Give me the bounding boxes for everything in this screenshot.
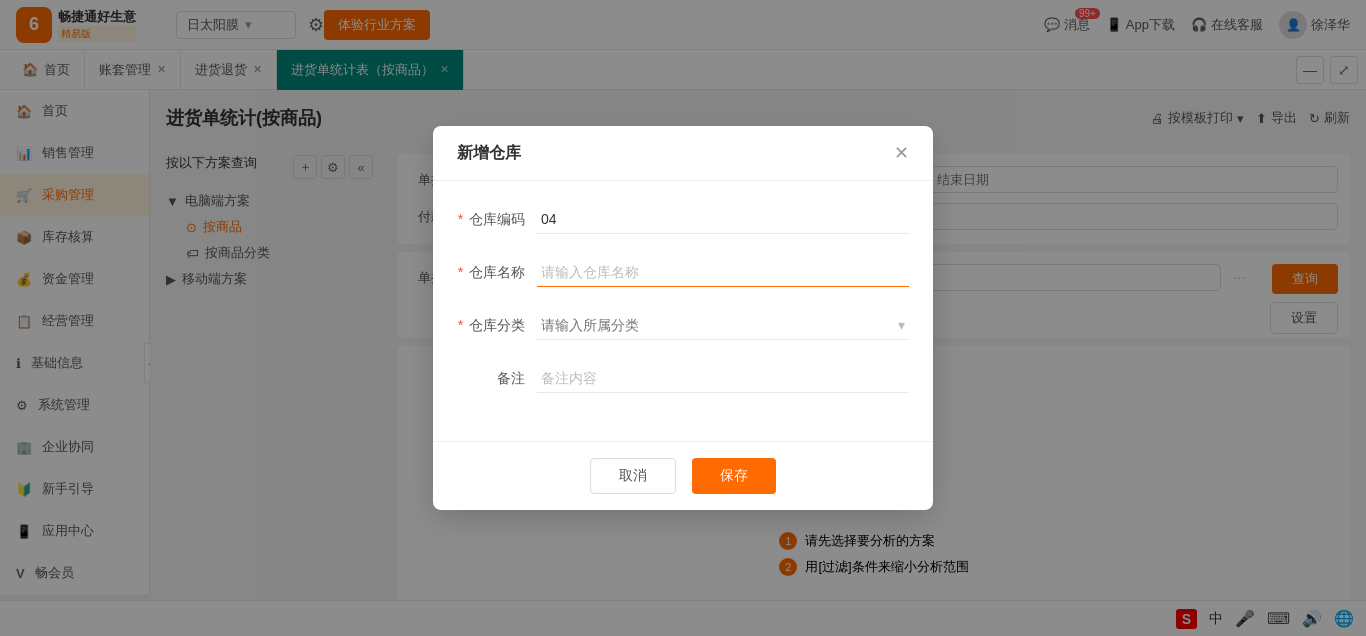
warehouse-name-input[interactable] [537, 258, 909, 287]
remark-label: 备注 [457, 370, 537, 388]
dialog-overlay: 新增仓库 ✕ * 仓库编码 * 仓库名称 [0, 0, 1366, 636]
warehouse-category-select[interactable]: ▾ [537, 311, 909, 340]
dialog-body: * 仓库编码 * 仓库名称 * 仓库分类 [433, 181, 933, 441]
form-row-warehouse-category: * 仓库分类 ▾ [457, 311, 909, 340]
form-row-remark: 备注 [457, 364, 909, 393]
remark-input[interactable] [537, 364, 909, 393]
cancel-button[interactable]: 取消 [590, 458, 676, 494]
form-row-warehouse-name: * 仓库名称 [457, 258, 909, 287]
dialog-footer: 取消 保存 [433, 441, 933, 510]
dialog-close-button[interactable]: ✕ [894, 142, 909, 164]
save-button[interactable]: 保存 [692, 458, 776, 494]
dialog-title: 新增仓库 [457, 143, 521, 164]
new-warehouse-dialog: 新增仓库 ✕ * 仓库编码 * 仓库名称 [433, 126, 933, 510]
form-row-warehouse-code: * 仓库编码 [457, 205, 909, 234]
warehouse-category-label: * 仓库分类 [457, 317, 537, 335]
warehouse-category-input[interactable] [541, 317, 898, 333]
dialog-header: 新增仓库 ✕ [433, 126, 933, 181]
warehouse-code-input[interactable] [537, 205, 909, 234]
warehouse-code-label: * 仓库编码 [457, 211, 537, 229]
warehouse-name-label: * 仓库名称 [457, 264, 537, 282]
category-dropdown-icon: ▾ [898, 317, 905, 333]
